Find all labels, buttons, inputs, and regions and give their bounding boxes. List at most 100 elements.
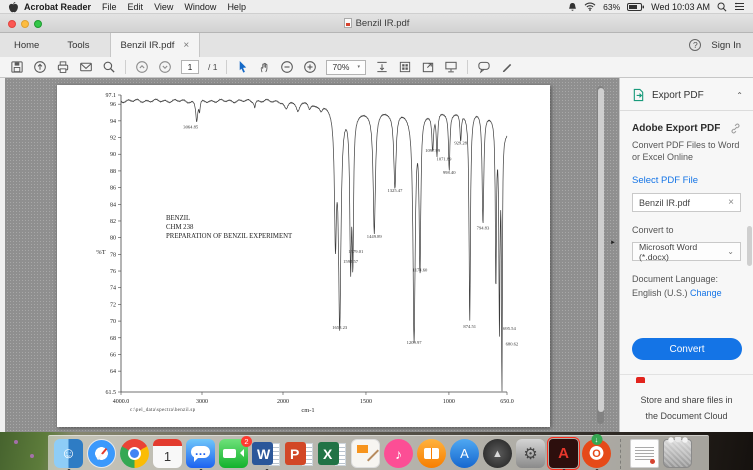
dock-safari-icon[interactable] bbox=[87, 439, 116, 468]
battery-icon bbox=[627, 3, 644, 11]
dock-appstore-icon[interactable]: A bbox=[450, 439, 479, 468]
convert-button[interactable]: Convert bbox=[632, 338, 742, 360]
menu-item-help[interactable]: Help bbox=[227, 2, 246, 12]
sign-pen-icon[interactable] bbox=[500, 60, 514, 74]
select-tool-icon[interactable] bbox=[236, 60, 249, 74]
screen: Acrobat Reader FileEditViewWindowHelp 63… bbox=[0, 0, 753, 470]
wifi-icon[interactable] bbox=[584, 2, 596, 11]
dock-item: ♪ bbox=[384, 439, 413, 470]
selected-file-box[interactable]: Benzil IR.pdf × bbox=[632, 193, 741, 212]
dock-item bbox=[663, 439, 692, 470]
help-icon[interactable]: ? bbox=[689, 39, 701, 51]
panel-collapse-handle-icon[interactable]: ► bbox=[610, 240, 616, 246]
dock-powerpoint-icon[interactable]: P bbox=[285, 439, 314, 468]
dock-item: ☺ bbox=[54, 439, 83, 470]
previous-page-icon[interactable] bbox=[135, 60, 149, 74]
page-number-input[interactable] bbox=[181, 60, 199, 74]
zoom-level-value: 70% bbox=[332, 62, 349, 72]
zoom-level-select[interactable]: 70% ▾ bbox=[326, 60, 366, 75]
change-language-link[interactable]: Change bbox=[690, 288, 722, 298]
dock-item bbox=[120, 439, 149, 470]
launchpad-glyph: ▲ bbox=[483, 439, 512, 468]
fit-width-icon[interactable] bbox=[375, 60, 389, 74]
tab-document[interactable]: Benzil IR.pdf × bbox=[110, 33, 201, 57]
menu-item-window[interactable]: Window bbox=[184, 2, 216, 12]
dock-office-icon[interactable]: O↓ bbox=[582, 439, 611, 468]
dock-itunes-icon[interactable]: ♪ bbox=[384, 439, 413, 468]
format-select[interactable]: Microsoft Word (*.docx) ⌄ bbox=[632, 242, 741, 261]
tab-close-icon[interactable]: × bbox=[183, 40, 189, 51]
sign-in-button[interactable]: Sign In bbox=[711, 40, 741, 51]
zoom-out-icon[interactable] bbox=[280, 60, 294, 74]
acrobat-glyph: A bbox=[549, 439, 578, 468]
next-page-icon[interactable] bbox=[158, 60, 172, 74]
dock-facetime-icon[interactable]: 2 bbox=[219, 439, 248, 468]
dock-ibooks-icon[interactable] bbox=[417, 439, 446, 468]
tab-document-label: Benzil IR.pdf bbox=[121, 40, 175, 51]
remove-file-icon[interactable]: × bbox=[728, 197, 734, 208]
pdf-page[interactable]: 97.1969492908886848280787674727068666461… bbox=[57, 85, 550, 427]
fullscreen-icon[interactable] bbox=[421, 60, 435, 74]
find-icon[interactable] bbox=[102, 60, 116, 74]
dock-word-icon[interactable]: W bbox=[252, 439, 281, 468]
chart-footer-path: c:\pel_data\spectra\benzil.sp bbox=[130, 408, 196, 413]
sidebar-scrollbar-thumb[interactable] bbox=[747, 226, 752, 266]
print-icon[interactable] bbox=[56, 60, 70, 74]
close-window-button[interactable] bbox=[8, 20, 16, 28]
select-pdf-file-link[interactable]: Select PDF File bbox=[632, 175, 741, 186]
apple-menu-icon[interactable] bbox=[8, 1, 18, 13]
dock-launchpad-icon[interactable]: ▲ bbox=[483, 439, 512, 468]
document-scrollbar-thumb[interactable] bbox=[598, 88, 604, 412]
dock-chrome-icon[interactable] bbox=[120, 439, 149, 468]
document-pane[interactable]: 97.1969492908886848280787674727068666461… bbox=[0, 78, 619, 432]
menu-item-file[interactable]: File bbox=[102, 2, 117, 12]
email-icon[interactable] bbox=[79, 60, 93, 74]
peak-label: 1209.97 bbox=[407, 340, 423, 345]
dock-sysprefs-icon[interactable]: ⚙ bbox=[516, 439, 545, 468]
pdf-file-icon bbox=[344, 18, 352, 28]
menu-item-edit[interactable]: Edit bbox=[128, 2, 144, 12]
dock-calendar-icon[interactable]: 1 bbox=[153, 439, 182, 468]
peak-label: 1174.60 bbox=[413, 267, 428, 272]
save-icon[interactable] bbox=[10, 60, 24, 74]
office-badge: ↓ bbox=[591, 434, 602, 445]
comment-icon[interactable] bbox=[477, 60, 491, 74]
dock-messages-icon[interactable]: … bbox=[186, 439, 215, 468]
presentation-icon[interactable] bbox=[444, 60, 458, 74]
menu-app-name[interactable]: Acrobat Reader bbox=[24, 2, 91, 12]
minimize-window-button[interactable] bbox=[21, 20, 29, 28]
peak-label: 1071.89 bbox=[437, 156, 453, 161]
zoom-window-button[interactable] bbox=[34, 20, 42, 28]
document-scrollbar[interactable] bbox=[597, 86, 604, 424]
spotlight-search-icon[interactable] bbox=[717, 2, 727, 12]
tab-home[interactable]: Home bbox=[0, 33, 53, 57]
export-pdf-header[interactable]: Export PDF ⌃ bbox=[620, 78, 753, 110]
document-cloud-icon-partial bbox=[636, 377, 645, 383]
itunes-glyph: ♪ bbox=[384, 439, 413, 468]
page-thumbnails-icon[interactable] bbox=[398, 60, 412, 74]
y-tick-label: 84 bbox=[110, 202, 116, 208]
dock-item: A bbox=[450, 439, 479, 470]
collapse-chevron-icon[interactable]: ⌃ bbox=[736, 91, 743, 100]
convert-to-label: Convert to bbox=[632, 225, 741, 235]
dock-docfile-icon[interactable] bbox=[630, 439, 659, 468]
dock-trash-icon[interactable] bbox=[663, 439, 692, 468]
tab-tools[interactable]: Tools bbox=[53, 33, 103, 57]
share-upload-icon[interactable] bbox=[33, 60, 47, 74]
zoom-in-icon[interactable] bbox=[303, 60, 317, 74]
hand-tool-icon[interactable] bbox=[258, 60, 271, 74]
y-tick-label: 96 bbox=[110, 102, 116, 108]
dock-item: ⚙ bbox=[516, 439, 545, 470]
menu-item-view[interactable]: View bbox=[154, 2, 173, 12]
dock-item: ▲ bbox=[483, 439, 512, 470]
menu-clock[interactable]: Wed 10:03 AM bbox=[651, 2, 710, 12]
format-select-caret-icon: ⌄ bbox=[727, 247, 734, 256]
sidebar-divider-2 bbox=[620, 374, 753, 375]
dock-acrobat-icon[interactable]: A bbox=[549, 439, 578, 468]
x-tick-label: 1000 bbox=[443, 399, 455, 405]
dock-excel-icon[interactable]: X bbox=[318, 439, 347, 468]
dock-finder-icon[interactable]: ☺ bbox=[54, 439, 83, 468]
notification-center-icon[interactable] bbox=[734, 2, 745, 11]
bell-icon[interactable] bbox=[568, 2, 577, 12]
dock-pages-icon[interactable] bbox=[351, 439, 380, 468]
